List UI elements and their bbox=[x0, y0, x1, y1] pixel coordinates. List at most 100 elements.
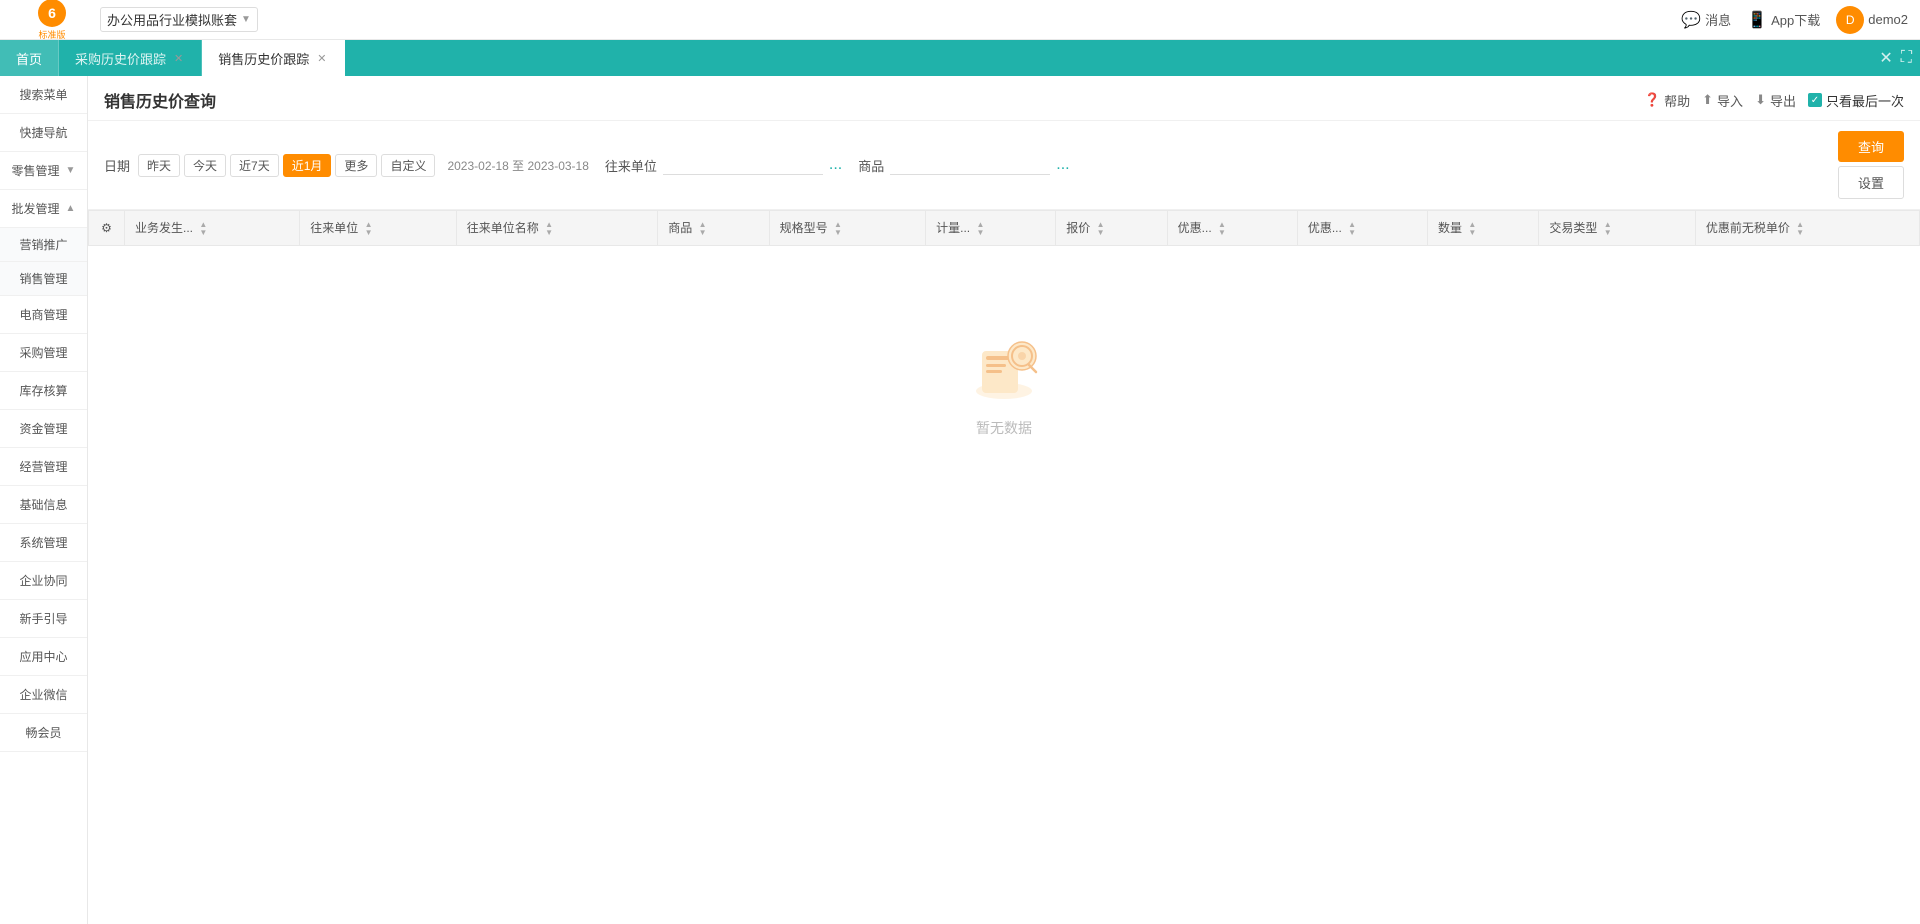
sidebar-item-system-mgmt[interactable]: 系统管理 bbox=[0, 524, 87, 562]
main-layout: 搜索菜单 快捷导航 零售管理 ▼ 批发管理 ▲ 营销推广 销售管理 电商管理 采… bbox=[0, 76, 1920, 924]
tab-sales-history[interactable]: 销售历史价跟踪 ✕ bbox=[202, 40, 345, 76]
partner-picker-button[interactable]: ... bbox=[829, 156, 842, 174]
th-goods[interactable]: 商品 ▲▼ bbox=[658, 211, 769, 246]
sort-icon: ▲▼ bbox=[365, 221, 373, 237]
empty-illustration bbox=[964, 326, 1044, 406]
date-filter-label: 日期 bbox=[104, 156, 130, 175]
sidebar-item-enterprise-wechat[interactable]: 企业微信 bbox=[0, 676, 87, 714]
table-header: ⚙ 业务发生... ▲▼ 往来单位 ▲▼ 往来单位名称 ▲▼ bbox=[89, 211, 1920, 246]
goods-input[interactable] bbox=[890, 155, 1050, 175]
th-spec[interactable]: 规格型号 ▲▼ bbox=[769, 211, 925, 246]
th-pretax-price-label: 优惠前无税单价 bbox=[1706, 221, 1790, 235]
avatar: D bbox=[1836, 6, 1864, 34]
tab-purchase-history[interactable]: 采购历史价跟踪 ✕ bbox=[59, 40, 202, 76]
tab-home[interactable]: 首页 bbox=[0, 40, 59, 76]
sidebar-item-label: 基础信息 bbox=[19, 496, 67, 513]
help-button[interactable]: ❓ 帮助 bbox=[1644, 91, 1690, 110]
sort-icon: ▲▼ bbox=[199, 221, 207, 237]
sidebar-item-finance[interactable]: 资金管理 bbox=[0, 410, 87, 448]
settings-button[interactable]: 设置 bbox=[1838, 166, 1904, 199]
th-pretax-price[interactable]: 优惠前无税单价 ▲▼ bbox=[1695, 211, 1919, 246]
th-biz-date[interactable]: 业务发生... ▲▼ bbox=[125, 211, 300, 246]
sidebar-item-label: 采购管理 bbox=[19, 344, 67, 361]
user-menu[interactable]: D demo2 bbox=[1836, 6, 1908, 34]
th-discount1-label: 优惠... bbox=[1178, 221, 1212, 235]
th-partner-name[interactable]: 往来单位名称 ▲▼ bbox=[456, 211, 658, 246]
tab-sales-history-label: 销售历史价跟踪 bbox=[218, 49, 309, 68]
close-all-tabs-icon[interactable]: ✕ bbox=[1879, 48, 1892, 68]
maximize-icon[interactable]: ⛶ bbox=[1901, 49, 1912, 67]
company-selector[interactable]: 办公用品行业模拟账套 ▼ bbox=[100, 7, 258, 32]
query-button[interactable]: 查询 bbox=[1838, 131, 1904, 162]
export-button[interactable]: ⬇ 导出 bbox=[1755, 91, 1796, 110]
sidebar-item-label: 搜索菜单 bbox=[19, 86, 67, 103]
goods-picker-button[interactable]: ... bbox=[1056, 156, 1069, 174]
th-unit[interactable]: 计量... ▲▼ bbox=[926, 211, 1056, 246]
date-btn-more[interactable]: 更多 bbox=[335, 154, 377, 177]
last-only-label: 只看最后一次 bbox=[1826, 91, 1904, 110]
partner-input[interactable] bbox=[663, 155, 823, 175]
sidebar-item-label: 系统管理 bbox=[19, 534, 67, 551]
page-actions: ❓ 帮助 ⬆ 导入 ⬇ 导出 ✓ 只看最后一次 bbox=[1644, 91, 1904, 110]
table-container: ⚙ 业务发生... ▲▼ 往来单位 ▲▼ 往来单位名称 ▲▼ bbox=[88, 210, 1920, 924]
sort-icon: ▲▼ bbox=[1218, 221, 1226, 237]
last-only-checkbox[interactable]: ✓ bbox=[1808, 93, 1822, 107]
message-button[interactable]: 💬 消息 bbox=[1681, 10, 1731, 30]
sidebar-item-retail-mgmt[interactable]: 零售管理 ▼ bbox=[0, 152, 87, 190]
import-label: 导入 bbox=[1717, 91, 1743, 110]
th-discount2[interactable]: 优惠... ▲▼ bbox=[1297, 211, 1427, 246]
close-tab-sales-history[interactable]: ✕ bbox=[315, 51, 328, 66]
sidebar-item-ecommerce[interactable]: 电商管理 bbox=[0, 296, 87, 334]
th-quantity[interactable]: 数量 ▲▼ bbox=[1427, 211, 1538, 246]
sidebar-item-app-center[interactable]: 应用中心 bbox=[0, 638, 87, 676]
date-buttons: 昨天 今天 近7天 近1月 更多 自定义 bbox=[138, 154, 435, 177]
sidebar-item-member[interactable]: 畅会员 bbox=[0, 714, 87, 752]
sidebar-item-enterprise-coop[interactable]: 企业协同 bbox=[0, 562, 87, 600]
partner-filter-label: 往来单位 bbox=[605, 156, 657, 175]
th-discount1[interactable]: 优惠... ▲▼ bbox=[1167, 211, 1297, 246]
filter-actions: 查询 设置 bbox=[1838, 131, 1904, 199]
sidebar-item-purchase-mgmt[interactable]: 采购管理 bbox=[0, 334, 87, 372]
sidebar-item-new-guide[interactable]: 新手引导 bbox=[0, 600, 87, 638]
filter-bar: 日期 昨天 今天 近7天 近1月 更多 自定义 2023-02-18 至 202… bbox=[88, 121, 1920, 210]
sidebar-item-label: 批发管理 bbox=[12, 200, 60, 217]
th-quantity-label: 数量 bbox=[1438, 221, 1462, 235]
sidebar-item-operations[interactable]: 经营管理 bbox=[0, 448, 87, 486]
sidebar-item-marketing[interactable]: 营销推广 bbox=[0, 228, 87, 262]
sidebar-item-inventory[interactable]: 库存核算 bbox=[0, 372, 87, 410]
import-button[interactable]: ⬆ 导入 bbox=[1702, 91, 1743, 110]
empty-state: 暂无数据 bbox=[89, 246, 1920, 518]
sort-icon: ▲▼ bbox=[1468, 221, 1476, 237]
date-btn-7days[interactable]: 近7天 bbox=[230, 154, 279, 177]
sidebar-item-wholesale-mgmt[interactable]: 批发管理 ▲ bbox=[0, 190, 87, 228]
sidebar-item-label: 电商管理 bbox=[19, 306, 67, 323]
date-btn-custom[interactable]: 自定义 bbox=[381, 154, 435, 177]
app-download-button[interactable]: 📱 App下载 bbox=[1747, 10, 1820, 30]
sidebar-item-search-menu[interactable]: 搜索菜单 bbox=[0, 76, 87, 114]
sidebar-item-basic-info[interactable]: 基础信息 bbox=[0, 486, 87, 524]
goods-filter-label: 商品 bbox=[858, 156, 884, 175]
sort-icon: ▲▼ bbox=[1097, 221, 1105, 237]
sort-icon: ▲▼ bbox=[1796, 221, 1804, 237]
th-partner-code[interactable]: 往来单位 ▲▼ bbox=[300, 211, 456, 246]
th-trade-type-label: 交易类型 bbox=[1549, 221, 1597, 235]
th-trade-type[interactable]: 交易类型 ▲▼ bbox=[1539, 211, 1695, 246]
date-btn-today[interactable]: 今天 bbox=[184, 154, 226, 177]
th-price[interactable]: 报价 ▲▼ bbox=[1056, 211, 1167, 246]
sidebar-item-label: 快捷导航 bbox=[19, 124, 67, 141]
sidebar-item-quick-nav[interactable]: 快捷导航 bbox=[0, 114, 87, 152]
data-table: ⚙ 业务发生... ▲▼ 往来单位 ▲▼ 往来单位名称 ▲▼ bbox=[88, 210, 1920, 518]
logo-icon: 6 bbox=[38, 0, 66, 27]
gear-icon[interactable]: ⚙ bbox=[101, 221, 112, 235]
date-btn-yesterday[interactable]: 昨天 bbox=[138, 154, 180, 177]
sidebar-item-label: 资金管理 bbox=[19, 420, 67, 437]
close-tab-purchase-history[interactable]: ✕ bbox=[172, 51, 185, 66]
th-partner-name-label: 往来单位名称 bbox=[467, 221, 539, 235]
th-gear[interactable]: ⚙ bbox=[89, 211, 125, 246]
th-partner-code-label: 往来单位 bbox=[310, 221, 358, 235]
last-only-checkbox-group[interactable]: ✓ 只看最后一次 bbox=[1808, 91, 1904, 110]
th-goods-label: 商品 bbox=[668, 221, 692, 235]
sort-icon: ▲▼ bbox=[1604, 221, 1612, 237]
date-btn-1month[interactable]: 近1月 bbox=[283, 154, 332, 177]
sidebar-item-sales-mgmt[interactable]: 销售管理 bbox=[0, 262, 87, 296]
